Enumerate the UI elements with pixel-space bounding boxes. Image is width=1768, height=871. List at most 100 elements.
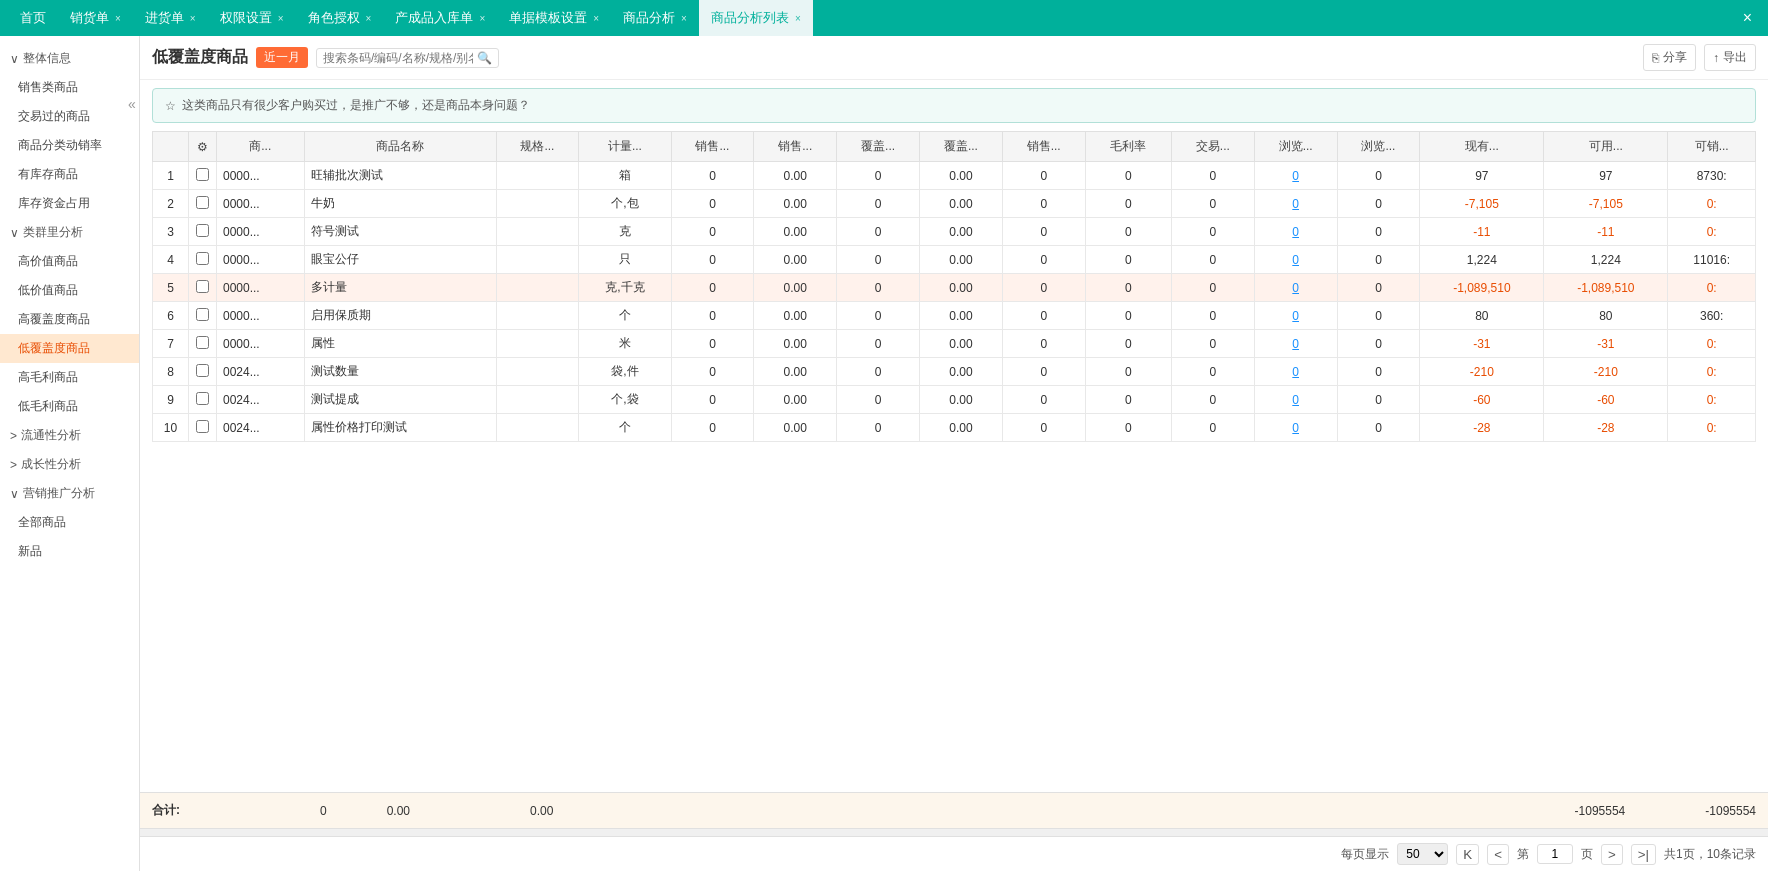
cell-sales-rate: 0 xyxy=(1002,190,1085,218)
sidebar-item-high-value[interactable]: 高价值商品 xyxy=(0,247,139,276)
cell-current-stock: -7,105 xyxy=(1420,190,1544,218)
nav-sales-order-close[interactable]: × xyxy=(115,13,121,24)
cell-browse1[interactable]: 0 xyxy=(1254,386,1337,414)
cell-browse2: 0 xyxy=(1337,302,1420,330)
nav-permissions[interactable]: 权限设置 × xyxy=(208,0,296,36)
row-checkbox[interactable] xyxy=(196,364,209,377)
nav-product-analysis-list-close[interactable]: × xyxy=(795,13,801,24)
nav-roles[interactable]: 角色授权 × xyxy=(296,0,384,36)
cell-browse1[interactable]: 0 xyxy=(1254,162,1337,190)
sidebar-item-low-margin[interactable]: 低毛利商品 xyxy=(0,392,139,421)
th-transaction: 交易... xyxy=(1171,132,1254,162)
last-page-button[interactable]: >| xyxy=(1631,844,1656,865)
row-checkbox[interactable] xyxy=(196,252,209,265)
row-checkbox[interactable] xyxy=(196,420,209,433)
nav-sales-order[interactable]: 销货单 × xyxy=(58,0,133,36)
row-checkbox[interactable] xyxy=(196,336,209,349)
search-icon[interactable]: 🔍 xyxy=(477,51,492,65)
export-icon: ↑ xyxy=(1713,51,1719,65)
nav-home[interactable]: 首页 xyxy=(8,0,58,36)
date-filter-button[interactable]: 近一月 xyxy=(256,47,308,68)
cell-coverage2: 0.00 xyxy=(920,414,1003,442)
next-page-button[interactable]: > xyxy=(1601,844,1623,865)
nav-production-close[interactable]: × xyxy=(479,13,485,24)
sidebar-item-traded-products[interactable]: 交易过的商品 xyxy=(0,102,139,131)
nav-product-analysis-list[interactable]: 商品分析列表 × xyxy=(699,0,813,36)
sidebar-section-growth[interactable]: > 成长性分析 xyxy=(0,450,139,479)
table-container[interactable]: ⚙ 商... 商品名称 规格... 计量... 销售... 销售... 覆盖..… xyxy=(140,131,1768,792)
cell-browse1[interactable]: 0 xyxy=(1254,218,1337,246)
cell-sales-rate: 0 xyxy=(1002,218,1085,246)
nav-roles-close[interactable]: × xyxy=(366,13,372,24)
cell-unit: 克,千克 xyxy=(579,274,671,302)
total-available-stock: -1095554 xyxy=(1705,804,1756,818)
sidebar-section-marketing[interactable]: ∨ 营销推广分析 xyxy=(0,479,139,508)
share-button[interactable]: ⎘ 分享 xyxy=(1643,44,1696,71)
page-number-input[interactable] xyxy=(1537,844,1573,864)
export-button[interactable]: ↑ 导出 xyxy=(1704,44,1756,71)
cell-sales-amount: 0.00 xyxy=(754,162,837,190)
row-checkbox[interactable] xyxy=(196,308,209,321)
sidebar-section-liquidity[interactable]: > 流通性分析 xyxy=(0,421,139,450)
cell-browse1[interactable]: 0 xyxy=(1254,414,1337,442)
row-checkbox[interactable] xyxy=(196,168,209,181)
first-page-button[interactable]: K xyxy=(1456,844,1479,865)
nav-product-analysis[interactable]: 商品分析 × xyxy=(611,0,699,36)
cell-spec xyxy=(496,302,579,330)
nav-permissions-close[interactable]: × xyxy=(278,13,284,24)
table-row: 8 0024... 测试数量 袋,件 0 0.00 0 0.00 0 0 0 0… xyxy=(153,358,1756,386)
sidebar-item-high-coverage[interactable]: 高覆盖度商品 xyxy=(0,305,139,334)
cell-gross-margin: 0 xyxy=(1085,218,1171,246)
nav-production[interactable]: 产成品入库单 × xyxy=(383,0,497,36)
cell-browse1[interactable]: 0 xyxy=(1254,330,1337,358)
cell-browse1[interactable]: 0 xyxy=(1254,190,1337,218)
cell-browse1[interactable]: 0 xyxy=(1254,358,1337,386)
cell-index: 3 xyxy=(153,218,189,246)
nav-purchase-order[interactable]: 进货单 × xyxy=(133,0,208,36)
cell-spec xyxy=(496,246,579,274)
th-sellable: 可销... xyxy=(1668,132,1756,162)
prev-page-button[interactable]: < xyxy=(1487,844,1509,865)
sidebar-item-high-margin[interactable]: 高毛利商品 xyxy=(0,363,139,392)
sidebar-item-in-stock[interactable]: 有库存商品 xyxy=(0,160,139,189)
sidebar-item-new-products[interactable]: 新品 xyxy=(0,537,139,566)
cell-coverage2: 0.00 xyxy=(920,218,1003,246)
cell-spec xyxy=(496,330,579,358)
sidebar-section-cluster[interactable]: ∨ 类群里分析 xyxy=(0,218,139,247)
nav-product-analysis-close[interactable]: × xyxy=(681,13,687,24)
nav-purchase-order-close[interactable]: × xyxy=(190,13,196,24)
horizontal-scrollbar[interactable] xyxy=(140,828,1768,836)
cell-code: 0024... xyxy=(217,414,305,442)
row-checkbox[interactable] xyxy=(196,224,209,237)
sidebar-item-low-coverage[interactable]: 低覆盖度商品 xyxy=(0,334,139,363)
th-coverage2: 覆盖... xyxy=(920,132,1003,162)
nav-template[interactable]: 单据模板设置 × xyxy=(497,0,611,36)
sidebar-collapse-button[interactable]: « xyxy=(128,96,136,112)
cell-browse1[interactable]: 0 xyxy=(1254,274,1337,302)
row-checkbox[interactable] xyxy=(196,392,209,405)
sidebar-item-category-rate[interactable]: 商品分类动销率 xyxy=(0,131,139,160)
th-settings[interactable]: ⚙ xyxy=(189,132,217,162)
sidebar-item-sales-products[interactable]: 销售类商品 xyxy=(0,73,139,102)
sidebar-section-overall[interactable]: ∨ 整体信息 xyxy=(0,44,139,73)
main-layout: « ∨ 整体信息 销售类商品 交易过的商品 商品分类动销率 有库存商品 库存资金… xyxy=(0,36,1768,871)
sidebar-item-stock-capital[interactable]: 库存资金占用 xyxy=(0,189,139,218)
cell-gross-margin: 0 xyxy=(1085,162,1171,190)
page-size-select[interactable]: 50 100 200 xyxy=(1397,843,1448,865)
row-checkbox[interactable] xyxy=(196,196,209,209)
cell-browse1[interactable]: 0 xyxy=(1254,246,1337,274)
cell-gross-margin: 0 xyxy=(1085,302,1171,330)
cell-browse1[interactable]: 0 xyxy=(1254,302,1337,330)
sidebar-item-all-products[interactable]: 全部商品 xyxy=(0,508,139,537)
sidebar-section-overall-arrow: ∨ xyxy=(10,52,19,66)
window-close-button[interactable]: × xyxy=(1735,9,1760,27)
cell-sales-count: 0 xyxy=(671,274,754,302)
content-header: 低覆盖度商品 近一月 🔍 ⎘ 分享 ↑ 导出 xyxy=(140,36,1768,80)
nav-template-close[interactable]: × xyxy=(593,13,599,24)
cell-checkbox xyxy=(189,330,217,358)
row-checkbox[interactable] xyxy=(196,280,209,293)
search-input[interactable] xyxy=(323,51,473,65)
cell-index: 5 xyxy=(153,274,189,302)
nav-permissions-label: 权限设置 xyxy=(220,9,272,27)
sidebar-item-low-value[interactable]: 低价值商品 xyxy=(0,276,139,305)
